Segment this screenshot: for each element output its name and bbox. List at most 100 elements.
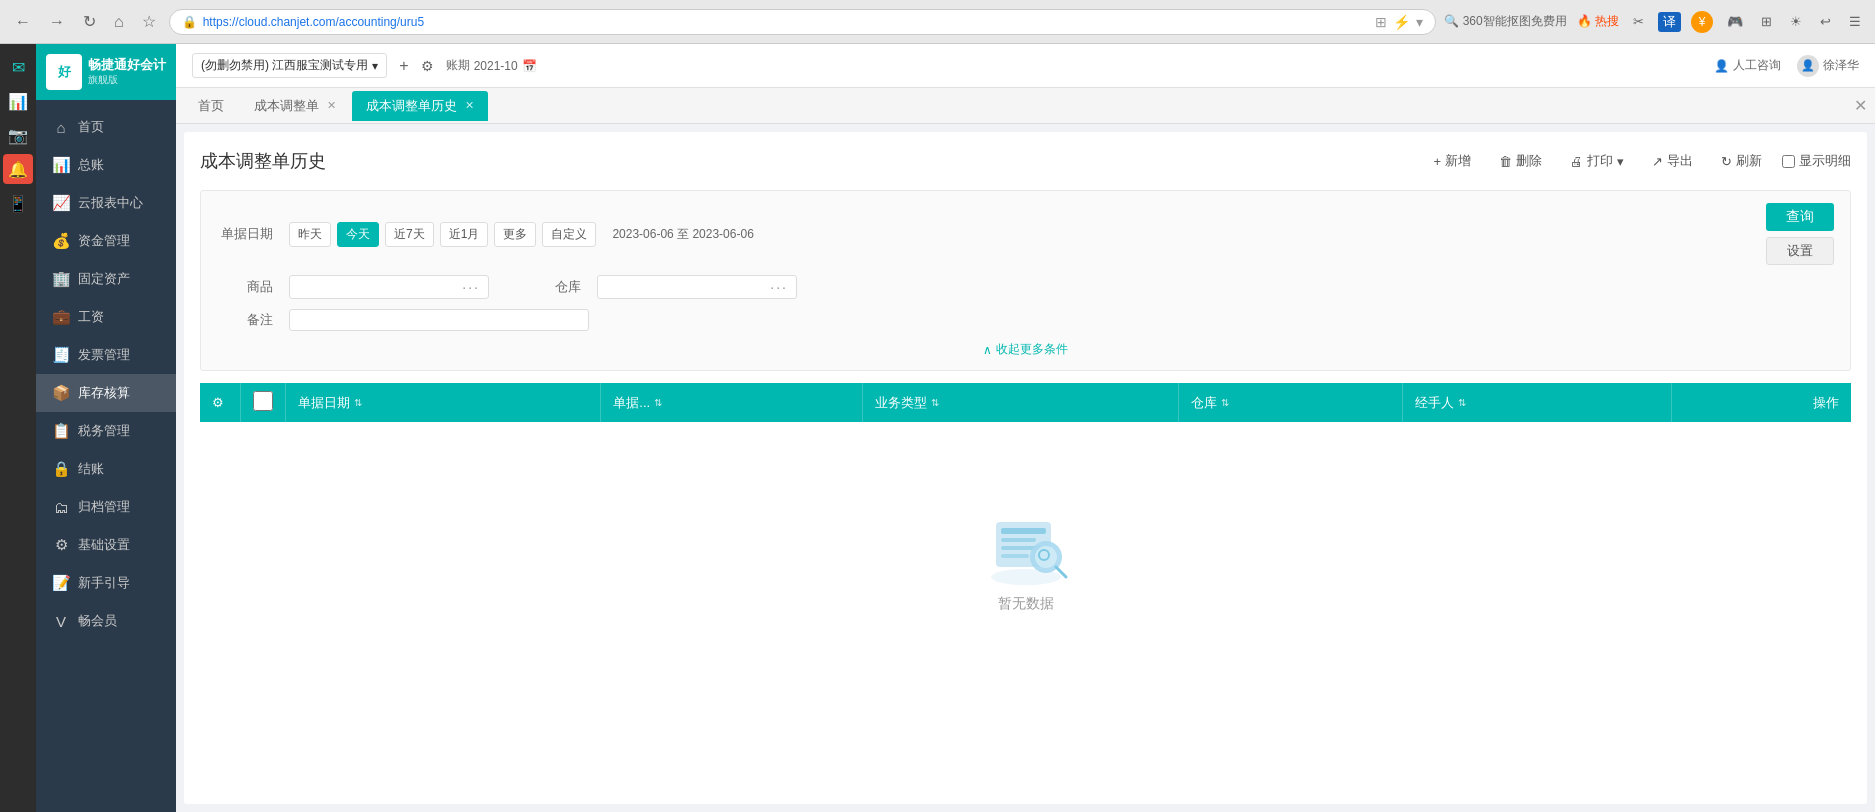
settings-button[interactable]: 设置 — [1766, 237, 1834, 265]
forward-button[interactable]: → — [44, 11, 70, 33]
reports-icon: 📈 — [52, 194, 70, 212]
brightness-tool[interactable]: ☀ — [1786, 12, 1806, 31]
tab-cost-adjustment-history[interactable]: 成本调整单历史 ✕ — [352, 91, 488, 121]
warehouse-selector[interactable]: ··· — [597, 275, 797, 299]
refresh-button[interactable]: ↻ 刷新 — [1713, 148, 1770, 174]
th-warehouse-label: 仓库 — [1191, 394, 1217, 412]
export-button[interactable]: ↗ 导出 — [1644, 148, 1701, 174]
filter-action-buttons: 查询 设置 — [1766, 203, 1834, 265]
export-icon: ↗ — [1652, 154, 1663, 169]
sidebar-item-archive[interactable]: 🗂 归档管理 — [36, 488, 176, 526]
strip-item-camera[interactable]: 📷 — [3, 120, 33, 150]
th-biz-type-sort[interactable]: 业务类型 ⇅ — [875, 394, 1166, 412]
calendar-icon[interactable]: 📅 — [522, 59, 537, 73]
th-warehouse[interactable]: 仓库 ⇅ — [1179, 383, 1403, 422]
sidebar-item-guide[interactable]: 📝 新手引导 — [36, 564, 176, 602]
show-columns-checkbox[interactable] — [1782, 155, 1795, 168]
refresh-button[interactable]: ↻ — [78, 10, 101, 33]
th-date[interactable]: 单据日期 ⇅ — [285, 383, 601, 422]
grid-tool[interactable]: ⊞ — [1757, 12, 1776, 31]
date-range-display: 2023-06-06 至 2023-06-06 — [612, 226, 753, 243]
sidebar-item-inventory[interactable]: 📦 库存核算 — [36, 374, 176, 412]
sidebar-item-reports-label: 云报表中心 — [78, 194, 143, 212]
filter-row-goods-warehouse: 商品 ··· 仓库 ··· — [217, 275, 1834, 299]
tab-cost-adjustment-history-close[interactable]: ✕ — [465, 99, 474, 112]
tab-cost-adjustment-close[interactable]: ✕ — [327, 99, 336, 112]
delete-button[interactable]: 🗑 删除 — [1491, 148, 1550, 174]
query-button[interactable]: 查询 — [1766, 203, 1834, 231]
game-tool[interactable]: 🎮 — [1723, 12, 1747, 31]
goods-selector[interactable]: ··· — [289, 275, 489, 299]
sidebar-item-assets[interactable]: 🏢 固定资产 — [36, 260, 176, 298]
wallet-tool[interactable]: ¥ — [1691, 11, 1713, 33]
sort-icon-date: ⇅ — [354, 397, 362, 408]
date-btn-custom[interactable]: 自定义 — [542, 222, 596, 247]
sidebar-item-tax[interactable]: 📋 税务管理 — [36, 412, 176, 450]
th-gear[interactable]: ⚙ — [200, 383, 240, 422]
sidebar-item-ledger-label: 总账 — [78, 156, 104, 174]
back-button[interactable]: ← — [10, 11, 36, 33]
menu-tool[interactable]: ☰ — [1845, 12, 1865, 31]
select-all-checkbox[interactable] — [253, 391, 273, 411]
strip-item-chart[interactable]: 📊 — [3, 86, 33, 116]
sidebar-item-invoice[interactable]: 🧾 发票管理 — [36, 336, 176, 374]
print-button[interactable]: 🖨 打印 ▾ — [1562, 148, 1632, 174]
remark-input[interactable] — [289, 309, 589, 331]
tab-cost-adjustment[interactable]: 成本调整单 ✕ — [240, 91, 350, 121]
sidebar-item-assets-label: 固定资产 — [78, 270, 130, 288]
undo-tool[interactable]: ↩ — [1816, 12, 1835, 31]
date-btn-more[interactable]: 更多 — [494, 222, 536, 247]
tab-cost-adjustment-label: 成本调整单 — [254, 97, 319, 115]
sidebar-item-close-period[interactable]: 🔒 结账 — [36, 450, 176, 488]
tab-home[interactable]: 首页 — [184, 91, 238, 121]
collapse-label: 收起更多条件 — [996, 341, 1068, 358]
svg-rect-2 — [1001, 528, 1046, 534]
translate-tool[interactable]: 译 — [1658, 12, 1681, 32]
date-btn-7days[interactable]: 近7天 — [385, 222, 434, 247]
scissors-tool[interactable]: ✂ — [1629, 12, 1648, 31]
th-handler-sort[interactable]: 经手人 ⇅ — [1415, 394, 1660, 412]
date-btn-yesterday[interactable]: 昨天 — [289, 222, 331, 247]
add-company-button[interactable]: + — [399, 57, 408, 75]
sidebar-item-home-label: 首页 — [78, 118, 104, 136]
date-filter-label: 单据日期 — [217, 225, 273, 243]
date-btn-today[interactable]: 今天 — [337, 222, 379, 247]
strip-item-phone[interactable]: 📱 — [3, 188, 33, 218]
tab-bar: 首页 成本调整单 ✕ 成本调整单历史 ✕ ✕ — [176, 88, 1875, 124]
th-doc-no[interactable]: 单据... ⇅ — [601, 383, 863, 422]
favorite-button[interactable]: ☆ — [137, 10, 161, 33]
delete-label: 删除 — [1516, 152, 1542, 170]
strip-item-mail[interactable]: ✉ — [3, 52, 33, 82]
home-button[interactable]: ⌂ — [109, 11, 129, 33]
sidebar-item-payroll[interactable]: 💼 工资 — [36, 298, 176, 336]
sidebar-item-home[interactable]: ⌂ 首页 — [36, 108, 176, 146]
archive-icon: 🗂 — [52, 499, 70, 516]
close-all-tabs-button[interactable]: ✕ — [1854, 96, 1867, 115]
date-btn-1month[interactable]: 近1月 — [440, 222, 489, 247]
th-handler[interactable]: 经手人 ⇅ — [1402, 383, 1672, 422]
sidebar-item-funds[interactable]: 💰 资金管理 — [36, 222, 176, 260]
url-bar[interactable]: 🔒 https://cloud.chanjet.com/accounting/u… — [169, 9, 1437, 35]
new-button[interactable]: + 新增 — [1425, 148, 1479, 174]
collapse-button[interactable]: ∧ 收起更多条件 — [217, 341, 1834, 358]
user-button[interactable]: 👤 徐泽华 — [1797, 55, 1859, 77]
th-doc-no-sort[interactable]: 单据... ⇅ — [613, 394, 850, 412]
settings-icon-button[interactable]: ⚙ — [421, 58, 434, 74]
sidebar-item-settings[interactable]: ⚙ 基础设置 — [36, 526, 176, 564]
sidebar-item-reports[interactable]: 📈 云报表中心 — [36, 184, 176, 222]
th-biz-type[interactable]: 业务类型 ⇅ — [863, 383, 1179, 422]
sidebar-item-ledger[interactable]: 📊 总账 — [36, 146, 176, 184]
page-content: 成本调整单历史 + 新增 🗑 删除 🖨 打印 ▾ — [184, 132, 1867, 804]
th-doc-no-label: 单据... — [613, 394, 650, 412]
company-selector[interactable]: (勿删勿禁用) 江西服宝测试专用 ▾ — [192, 53, 387, 78]
export-label: 导出 — [1667, 152, 1693, 170]
th-checkbox-col[interactable] — [240, 383, 285, 422]
th-warehouse-sort[interactable]: 仓库 ⇅ — [1191, 394, 1390, 412]
support-button[interactable]: 👤 人工咨询 — [1714, 57, 1781, 74]
th-date-sort[interactable]: 单据日期 ⇅ — [298, 394, 589, 412]
sidebar-item-vip[interactable]: V 畅会员 — [36, 602, 176, 640]
support-label: 人工咨询 — [1733, 57, 1781, 74]
strip-item-bell[interactable]: 🔔 — [3, 154, 33, 184]
sort-icon-doc-no: ⇅ — [654, 397, 662, 408]
filter-area: 单据日期 昨天 今天 近7天 近1月 更多 自定义 2023-06-06 至 2… — [200, 190, 1851, 371]
